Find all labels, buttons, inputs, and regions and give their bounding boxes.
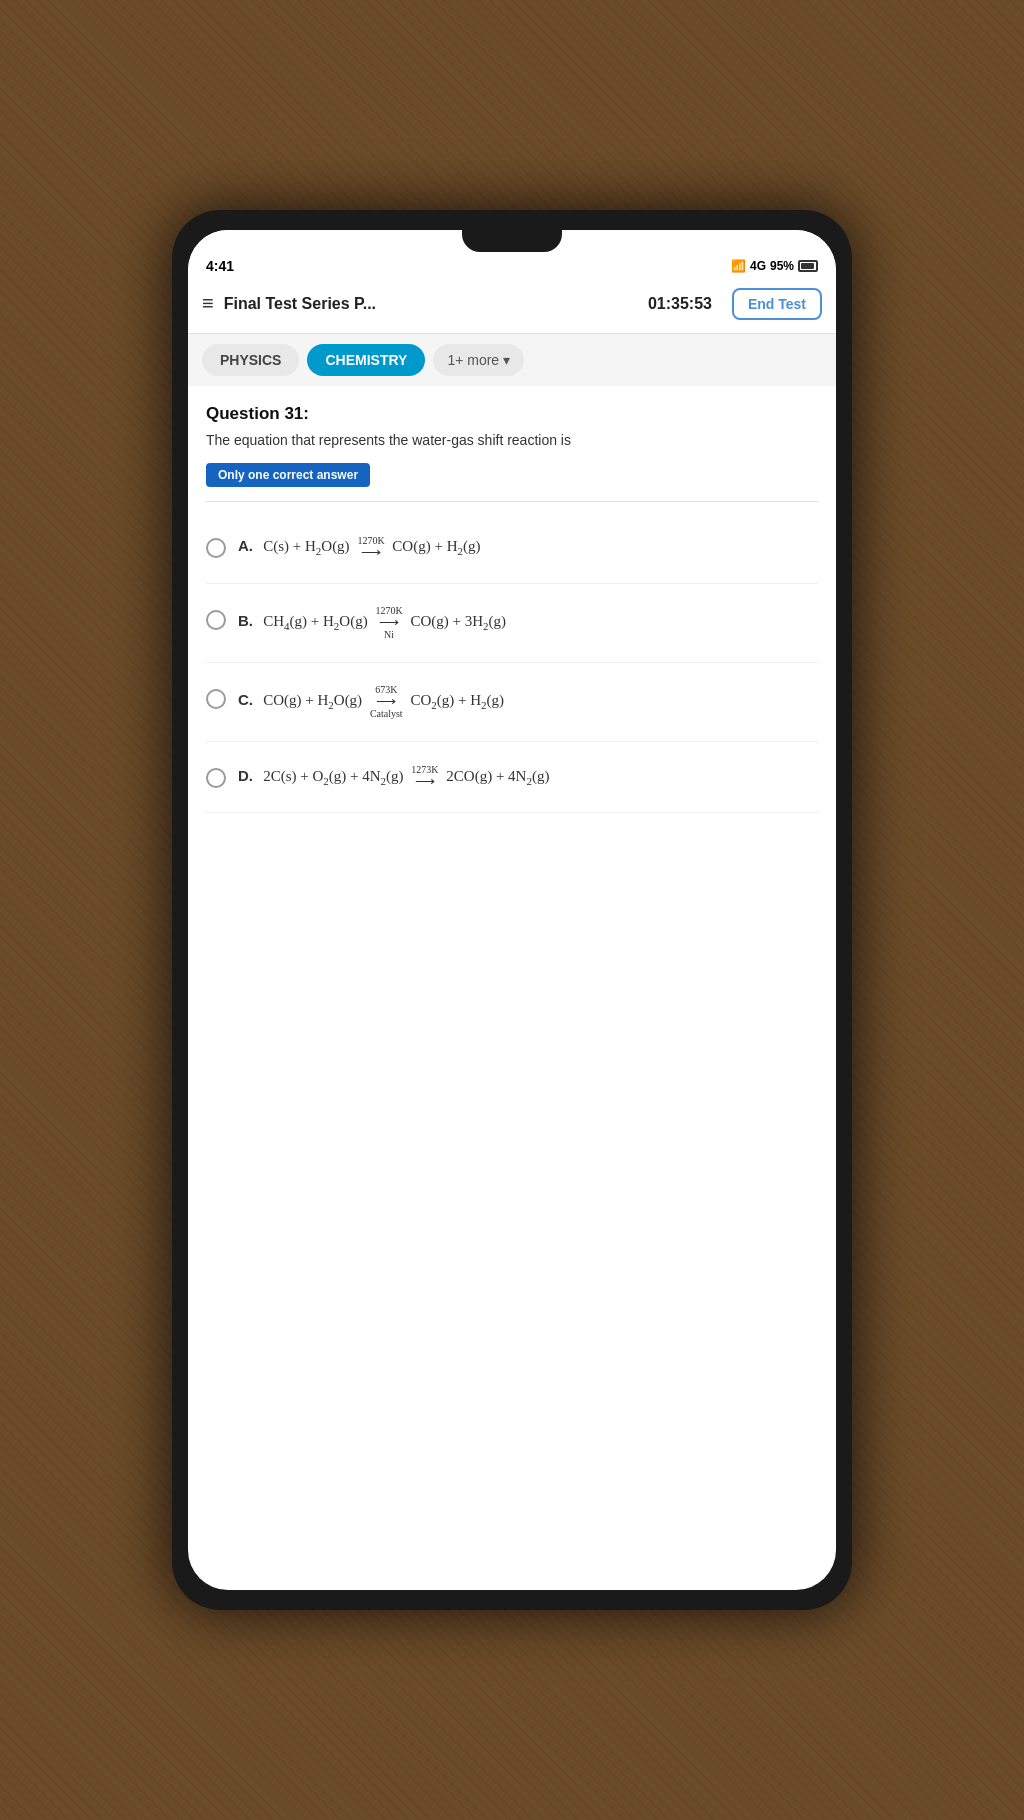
header-title: Final Test Series P... bbox=[224, 295, 638, 313]
battery-icon bbox=[798, 260, 818, 272]
tab-more[interactable]: 1+ more ▾ bbox=[433, 344, 524, 376]
option-d-prefix: D. bbox=[238, 767, 253, 784]
end-test-button[interactable]: End Test bbox=[732, 288, 822, 320]
timer-display: 01:35:53 bbox=[648, 295, 712, 313]
status-icons: 📶 4G 95% bbox=[731, 259, 818, 273]
radio-a[interactable] bbox=[206, 538, 226, 558]
option-b-label: B. CH4(g) + H2O(g) 1270K ⟶ Ni CO(g) + 3H… bbox=[238, 606, 506, 640]
phone-screen: 4:41 📶 4G 95% ≡ Final Test Series P... 0… bbox=[188, 230, 836, 1590]
answer-type-badge: Only one correct answer bbox=[206, 463, 370, 487]
option-b-prefix: B. bbox=[238, 612, 253, 629]
radio-d[interactable] bbox=[206, 768, 226, 788]
status-time: 4:41 bbox=[206, 258, 234, 274]
option-a-prefix: A. bbox=[238, 537, 253, 554]
option-d-formula: 2C(s) + O2(g) + 4N2(g) 1273K ⟶ 2CO(g) + … bbox=[263, 768, 549, 784]
tab-chemistry[interactable]: CHEMISTRY bbox=[307, 344, 425, 376]
option-b[interactable]: B. CH4(g) + H2O(g) 1270K ⟶ Ni CO(g) + 3H… bbox=[206, 584, 818, 663]
option-a-label: A. C(s) + H2O(g) 1270K ⟶ CO(g) + H2(g) bbox=[238, 534, 480, 561]
tab-physics[interactable]: PHYSICS bbox=[202, 344, 299, 376]
battery-label: 95% bbox=[770, 259, 794, 273]
network-icon: 📶 bbox=[731, 259, 746, 273]
radio-b[interactable] bbox=[206, 610, 226, 630]
question-area: Question 31: The equation that represent… bbox=[188, 386, 836, 512]
option-b-formula: CH4(g) + H2O(g) 1270K ⟶ Ni CO(g) + 3H2(g… bbox=[263, 613, 506, 629]
phone-notch bbox=[462, 230, 562, 252]
phone-frame: 4:41 📶 4G 95% ≡ Final Test Series P... 0… bbox=[172, 210, 852, 1610]
menu-icon[interactable]: ≡ bbox=[202, 292, 214, 315]
option-d[interactable]: D. 2C(s) + O2(g) + 4N2(g) 1273K ⟶ 2CO(g)… bbox=[206, 742, 818, 814]
option-c-formula: CO(g) + H2O(g) 673K ⟶ Catalyst CO2(g) + … bbox=[263, 692, 504, 708]
chevron-down-icon: ▾ bbox=[503, 352, 510, 368]
network-label: 4G bbox=[750, 259, 766, 273]
option-c-label: C. CO(g) + H2O(g) 673K ⟶ Catalyst CO2(g)… bbox=[238, 685, 504, 719]
tabs-bar: PHYSICS CHEMISTRY 1+ more ▾ bbox=[188, 334, 836, 386]
option-c-prefix: C. bbox=[238, 691, 253, 708]
option-c[interactable]: C. CO(g) + H2O(g) 673K ⟶ Catalyst CO2(g)… bbox=[206, 663, 818, 742]
app-header: ≡ Final Test Series P... 01:35:53 End Te… bbox=[188, 274, 836, 334]
options-area: A. C(s) + H2O(g) 1270K ⟶ CO(g) + H2(g) bbox=[188, 512, 836, 813]
option-d-label: D. 2C(s) + O2(g) + 4N2(g) 1273K ⟶ 2CO(g)… bbox=[238, 764, 549, 791]
option-a-formula: C(s) + H2O(g) 1270K ⟶ CO(g) + H2(g) bbox=[263, 538, 480, 554]
question-text: The equation that represents the water-g… bbox=[206, 430, 818, 451]
question-number: Question 31: bbox=[206, 404, 818, 424]
radio-c[interactable] bbox=[206, 689, 226, 709]
more-label: 1+ more bbox=[447, 352, 499, 368]
divider bbox=[206, 501, 818, 502]
option-a[interactable]: A. C(s) + H2O(g) 1270K ⟶ CO(g) + H2(g) bbox=[206, 512, 818, 584]
